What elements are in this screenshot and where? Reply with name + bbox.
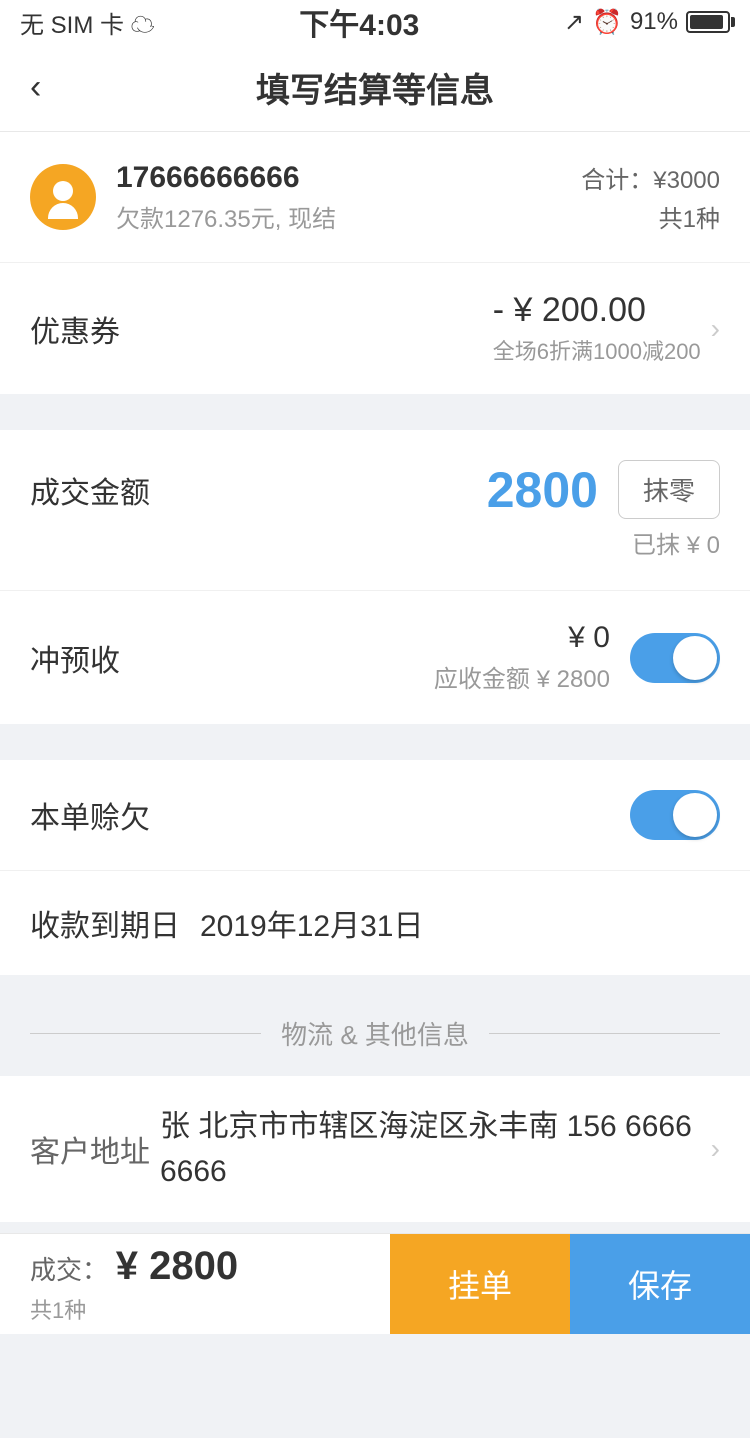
- total-amount: 合计：¥3000: [581, 160, 720, 195]
- duedate-value: 2019年12月31日: [200, 901, 423, 945]
- avatar-person: [43, 177, 83, 217]
- amount-row: 成交金额 2800 抹零: [30, 460, 720, 519]
- amount-sub: 已抹 ¥ 0: [30, 525, 720, 560]
- prereceive-row: 冲预收 ¥ 0 应收金额 ¥ 2800: [30, 621, 720, 694]
- coupon-desc: 全场6折满1000减200: [493, 334, 701, 366]
- prereceive-section: 冲预收 ¥ 0 应收金额 ¥ 2800: [0, 590, 750, 724]
- signal-icon: ↗: [564, 8, 584, 37]
- status-bar: 无 SIM 卡 ☁ 下午4:03 ↗ ⏰ 91%: [0, 0, 750, 44]
- duedate-section: 收款到期日 2019年12月31日: [0, 870, 750, 975]
- user-left: 17666666666 欠款1276.35元, 现结: [30, 161, 336, 234]
- status-time: 下午4:03: [299, 0, 419, 44]
- avatar-body: [48, 203, 78, 219]
- sep-line-right: [489, 1033, 720, 1034]
- logistics-sep-text: 物流 & 其他信息: [281, 1015, 469, 1052]
- user-details: 17666666666 欠款1276.35元, 现结: [116, 161, 336, 234]
- prereceive-sub: 应收金额 ¥ 2800: [434, 659, 610, 694]
- logistics-separator: 物流 & 其他信息: [0, 991, 750, 1076]
- status-right: ↗ ⏰ 91%: [564, 8, 730, 37]
- prereceive-amount: ¥ 0 应收金额 ¥ 2800: [434, 621, 610, 694]
- user-info-card: 17666666666 欠款1276.35元, 现结 合计：¥3000 共1种 …: [0, 132, 750, 394]
- amount-label: 成交金额: [30, 468, 150, 512]
- coupon-right: - ¥ 200.00 全场6折满1000减200 ›: [493, 291, 720, 366]
- avatar-head: [53, 181, 73, 201]
- section-divider-1: [0, 410, 750, 430]
- coupon-discount: - ¥ 200.00: [493, 291, 701, 330]
- coupon-row[interactable]: 优惠券 - ¥ 200.00 全场6折满1000减200 ›: [0, 262, 750, 394]
- user-subtext: 欠款1276.35元, 现结: [116, 199, 336, 234]
- user-phone: 17666666666: [116, 161, 336, 195]
- toggle-knob: [673, 636, 717, 680]
- credit-toggle[interactable]: [630, 790, 720, 840]
- battery-fill: [690, 15, 723, 29]
- total-count: 共1种: [581, 199, 720, 234]
- address-card: 客户地址 张 北京市市辖区海淀区永丰南 156 6666 6666 ›: [0, 1076, 750, 1222]
- battery-icon: [686, 11, 730, 33]
- sim-text: 无 SIM 卡 ☁: [20, 5, 155, 40]
- address-section: 客户地址 张 北京市市辖区海淀区永丰南 156 6666 6666 ›: [0, 1076, 750, 1222]
- round-button[interactable]: 抹零: [618, 460, 720, 519]
- user-right: 合计：¥3000 共1种: [581, 160, 720, 234]
- credit-row: 本单赊欠: [30, 790, 720, 840]
- prereceive-value: ¥ 0: [434, 621, 610, 655]
- coupon-chevron-icon: ›: [711, 313, 720, 345]
- address-chevron-icon: ›: [711, 1133, 720, 1165]
- save-button[interactable]: 保存: [570, 1234, 750, 1334]
- coupon-label: 优惠券: [30, 307, 120, 351]
- bottom-count: 共1种: [30, 1293, 360, 1325]
- address-label: 客户地址: [30, 1127, 160, 1171]
- nav-bar: ‹ 填写结算等信息: [0, 44, 750, 132]
- bottom-amount: ¥ 2800: [116, 1244, 238, 1289]
- amount-card: 成交金额 2800 抹零 已抹 ¥ 0 冲预收 ¥ 0 应收金额 ¥ 2800: [0, 430, 750, 724]
- bottom-deal-row: 成交： ¥ 2800: [30, 1244, 360, 1289]
- battery-percent: 91%: [630, 8, 678, 36]
- credit-label: 本单赊欠: [30, 793, 150, 837]
- prereceive-label: 冲预收: [30, 636, 120, 680]
- hang-button[interactable]: 挂单: [390, 1234, 570, 1334]
- address-row[interactable]: 客户地址 张 北京市市辖区海淀区永丰南 156 6666 6666 ›: [30, 1104, 720, 1194]
- bottom-info: 成交： ¥ 2800 共1种: [0, 1234, 390, 1334]
- credit-toggle-knob: [673, 793, 717, 837]
- credit-section: 本单赊欠: [0, 760, 750, 870]
- clock-icon: ⏰: [592, 8, 622, 37]
- prereceive-toggle[interactable]: [630, 633, 720, 683]
- duedate-row: 收款到期日 2019年12月31日: [30, 901, 720, 945]
- amount-right: 2800 抹零: [487, 460, 720, 519]
- duedate-label: 收款到期日: [30, 901, 180, 945]
- section-divider-2: [0, 740, 750, 760]
- coupon-info: - ¥ 200.00 全场6折满1000减200: [493, 291, 701, 366]
- status-left: 无 SIM 卡 ☁: [20, 5, 155, 40]
- bottom-deal-label: 成交：: [30, 1255, 108, 1285]
- amount-section: 成交金额 2800 抹零 已抹 ¥ 0: [0, 430, 750, 590]
- back-button[interactable]: ‹: [30, 68, 41, 107]
- bottom-bar: 成交： ¥ 2800 共1种 挂单 保存: [0, 1233, 750, 1334]
- page-title: 填写结算等信息: [256, 63, 494, 112]
- credit-card: 本单赊欠 收款到期日 2019年12月31日: [0, 760, 750, 975]
- amount-value: 2800: [487, 461, 598, 519]
- avatar: [30, 164, 96, 230]
- sep-line-left: [30, 1033, 261, 1034]
- address-value: 张 北京市市辖区海淀区永丰南 156 6666 6666: [160, 1104, 711, 1194]
- user-row: 17666666666 欠款1276.35元, 现结 合计：¥3000 共1种: [0, 132, 750, 262]
- bottom-bar-content: 成交： ¥ 2800 共1种 挂单 保存: [0, 1234, 750, 1334]
- prereceive-right: ¥ 0 应收金额 ¥ 2800: [434, 621, 720, 694]
